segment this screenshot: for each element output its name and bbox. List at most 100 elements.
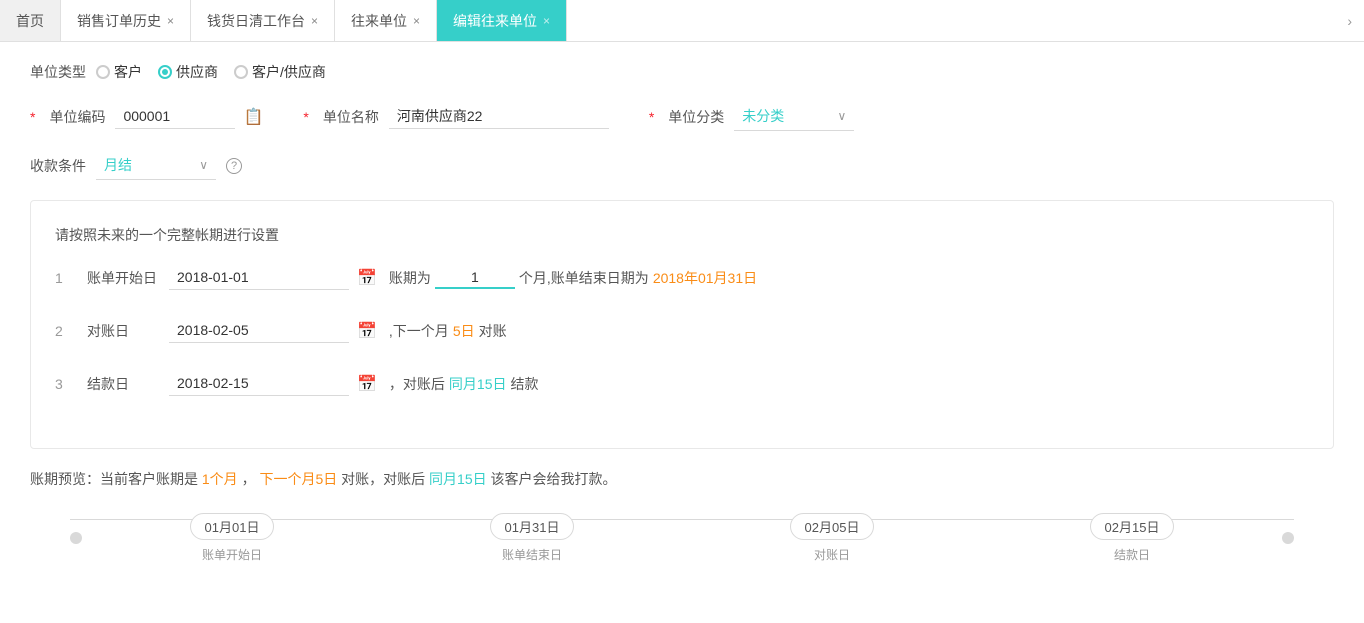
timeline-end-dot: [1282, 532, 1294, 544]
setting-row-3: 3 结款日 📅 ，对账后 同月15日 结款: [55, 371, 1309, 396]
close-edit-partner[interactable]: ×: [543, 14, 550, 28]
close-sales-history[interactable]: ×: [167, 14, 174, 28]
tab-edit-partner[interactable]: 编辑往来单位 ×: [437, 0, 567, 41]
row-2-value: 📅: [169, 318, 377, 343]
tab-home[interactable]: 首页: [0, 0, 61, 41]
row-1-desc: 账期为 个月,账单结束日期为 2018年01月31日: [389, 267, 757, 289]
row-3-label: 结款日: [87, 374, 157, 394]
unit-code-required: *: [30, 109, 35, 125]
row-3-desc-suffix: 结款: [511, 374, 539, 394]
row-1-desc-prefix: 账期为: [389, 268, 431, 288]
row-1-label: 账单开始日: [87, 268, 157, 288]
unit-type-label: 单位类型: [30, 62, 86, 82]
help-icon[interactable]: ?: [226, 158, 242, 174]
row-2-num: 2: [55, 323, 75, 339]
unit-name-input[interactable]: [389, 104, 609, 129]
radio-supplier[interactable]: 供应商: [158, 62, 218, 82]
setting-row-2: 2 对账日 📅 ,下一个月 5日 对账: [55, 318, 1309, 343]
radio-both-label: 客户/供应商: [252, 62, 326, 82]
setting-row-1: 1 账单开始日 📅 账期为 个月,账单结束日期为 2018年01月31日: [55, 265, 1309, 290]
timeline-point-2: 01月31日 账单结束日: [490, 513, 575, 563]
unit-category-value: 未分类: [742, 106, 831, 126]
preview-prefix: 账期预览：当前客户账期是: [30, 471, 198, 487]
unit-category-label: 单位分类: [668, 107, 724, 127]
unit-type-radio-group: 客户 供应商 客户/供应商: [96, 62, 326, 82]
payment-terms-chevron: ∨: [199, 158, 208, 172]
unit-code-icon[interactable]: 📋: [243, 107, 263, 127]
unit-info-row: * 单位编码 📋 * 单位名称 * 单位分类 未分类 ∨: [30, 102, 1334, 131]
radio-customer[interactable]: 客户: [96, 62, 142, 82]
payment-terms-value: 月结: [104, 155, 193, 175]
timeline-container: 01月01日 账单开始日 01月31日 账单结束日 02月05日 对账日 02月…: [30, 513, 1334, 603]
row-2-desc-suffix: 对账: [479, 321, 507, 341]
payment-terms-label: 收款条件: [30, 156, 86, 176]
tab-sales-history[interactable]: 销售订单历史 ×: [61, 0, 191, 41]
row-2-label: 对账日: [87, 321, 157, 341]
chevron-down-icon: ∨: [837, 109, 846, 123]
radio-customer-label: 客户: [114, 62, 142, 82]
row-1-value: 📅: [169, 265, 377, 290]
row-1-desc-suffix: 个月,账单结束日期为: [519, 268, 649, 288]
row-1-num: 1: [55, 270, 75, 286]
timeline-points: 01月01日 账单开始日 01月31日 账单结束日 02月05日 对账日 02月…: [82, 513, 1282, 563]
start-date-input[interactable]: [169, 265, 349, 290]
tab-bar: 首页 销售订单历史 × 钱货日清工作台 × 往来单位 × 编辑往来单位 × ›: [0, 0, 1364, 42]
preview-sep1: ，: [242, 471, 256, 487]
row-1-highlight-date: 2018年01月31日: [653, 268, 757, 288]
close-cash-work[interactable]: ×: [311, 14, 318, 28]
settings-section: 请按照未来的一个完整帐期进行设置 1 账单开始日 📅 账期为 个月,账单结束日期…: [30, 200, 1334, 449]
row-2-highlight: 5日: [453, 321, 475, 341]
tab-scroll-arrow[interactable]: ›: [1335, 0, 1364, 41]
preview-suffix: 该客户会给我打款。: [491, 471, 617, 487]
payment-date-cal-icon[interactable]: 📅: [357, 374, 377, 394]
preview-section: 账期预览：当前客户账期是 1个月 ， 下一个月5日 对账，对账后 同月15日 该…: [30, 469, 1334, 489]
row-3-num: 3: [55, 376, 75, 392]
timeline-node-3: 02月05日: [790, 513, 875, 540]
row-2-desc-prefix: ,下一个月: [389, 321, 449, 341]
timeline-point-3: 02月05日 对账日: [790, 513, 875, 563]
radio-both[interactable]: 客户/供应商: [234, 62, 326, 82]
chevron-right-icon: ›: [1347, 13, 1352, 29]
unit-type-row: 单位类型 客户 供应商 客户/供应商: [30, 62, 1334, 82]
timeline-node-1: 01月01日: [190, 513, 275, 540]
radio-supplier-circle: [158, 65, 172, 79]
tab-partner[interactable]: 往来单位 ×: [335, 0, 437, 41]
start-date-cal-icon[interactable]: 📅: [357, 268, 377, 288]
reconcile-date-input[interactable]: [169, 318, 349, 343]
timeline-label-4: 结款日: [1114, 546, 1150, 563]
timeline-point-4: 02月15日 结款日: [1090, 513, 1175, 563]
preview-part1: 1个月: [202, 471, 238, 487]
preview-sep2: 对账，对账后: [341, 471, 425, 487]
row-3-desc: ，对账后 同月15日 结款: [389, 374, 539, 394]
period-input[interactable]: [435, 267, 515, 289]
unit-name-label: 单位名称: [323, 107, 379, 127]
row-2-desc: ,下一个月 5日 对账: [389, 321, 507, 341]
radio-both-circle: [234, 65, 248, 79]
timeline-point-1: 01月01日 账单开始日: [190, 513, 275, 563]
preview-part2: 下一个月5日: [259, 471, 337, 487]
unit-code-field-group: 📋: [115, 104, 263, 129]
row-3-highlight: 同月15日: [449, 374, 507, 394]
timeline-start-dot: [70, 532, 82, 544]
unit-code-input[interactable]: [115, 104, 235, 129]
timeline-label-2: 账单结束日: [502, 546, 562, 563]
radio-supplier-label: 供应商: [176, 62, 218, 82]
tab-cash-work[interactable]: 钱货日清工作台 ×: [191, 0, 335, 41]
radio-customer-circle: [96, 65, 110, 79]
close-partner[interactable]: ×: [413, 14, 420, 28]
unit-category-select[interactable]: 未分类 ∨: [734, 102, 854, 131]
unit-code-label: 单位编码: [49, 107, 105, 127]
reconcile-date-cal-icon[interactable]: 📅: [357, 321, 377, 341]
timeline-label-3: 对账日: [814, 546, 850, 563]
payment-date-input[interactable]: [169, 371, 349, 396]
payment-terms-row: 收款条件 月结 ∨ ?: [30, 151, 1334, 180]
unit-category-required: *: [649, 109, 654, 125]
section-title: 请按照未来的一个完整帐期进行设置: [55, 225, 1309, 245]
payment-terms-select[interactable]: 月结 ∨: [96, 151, 216, 180]
preview-part3: 同月15日: [429, 471, 487, 487]
row-3-desc-prefix: ，对账后: [389, 374, 445, 394]
row-3-value: 📅: [169, 371, 377, 396]
timeline-node-4: 02月15日: [1090, 513, 1175, 540]
unit-name-required: *: [303, 109, 308, 125]
main-content: 单位类型 客户 供应商 客户/供应商 * 单位编码 📋 * 单位名称 *: [0, 42, 1364, 623]
